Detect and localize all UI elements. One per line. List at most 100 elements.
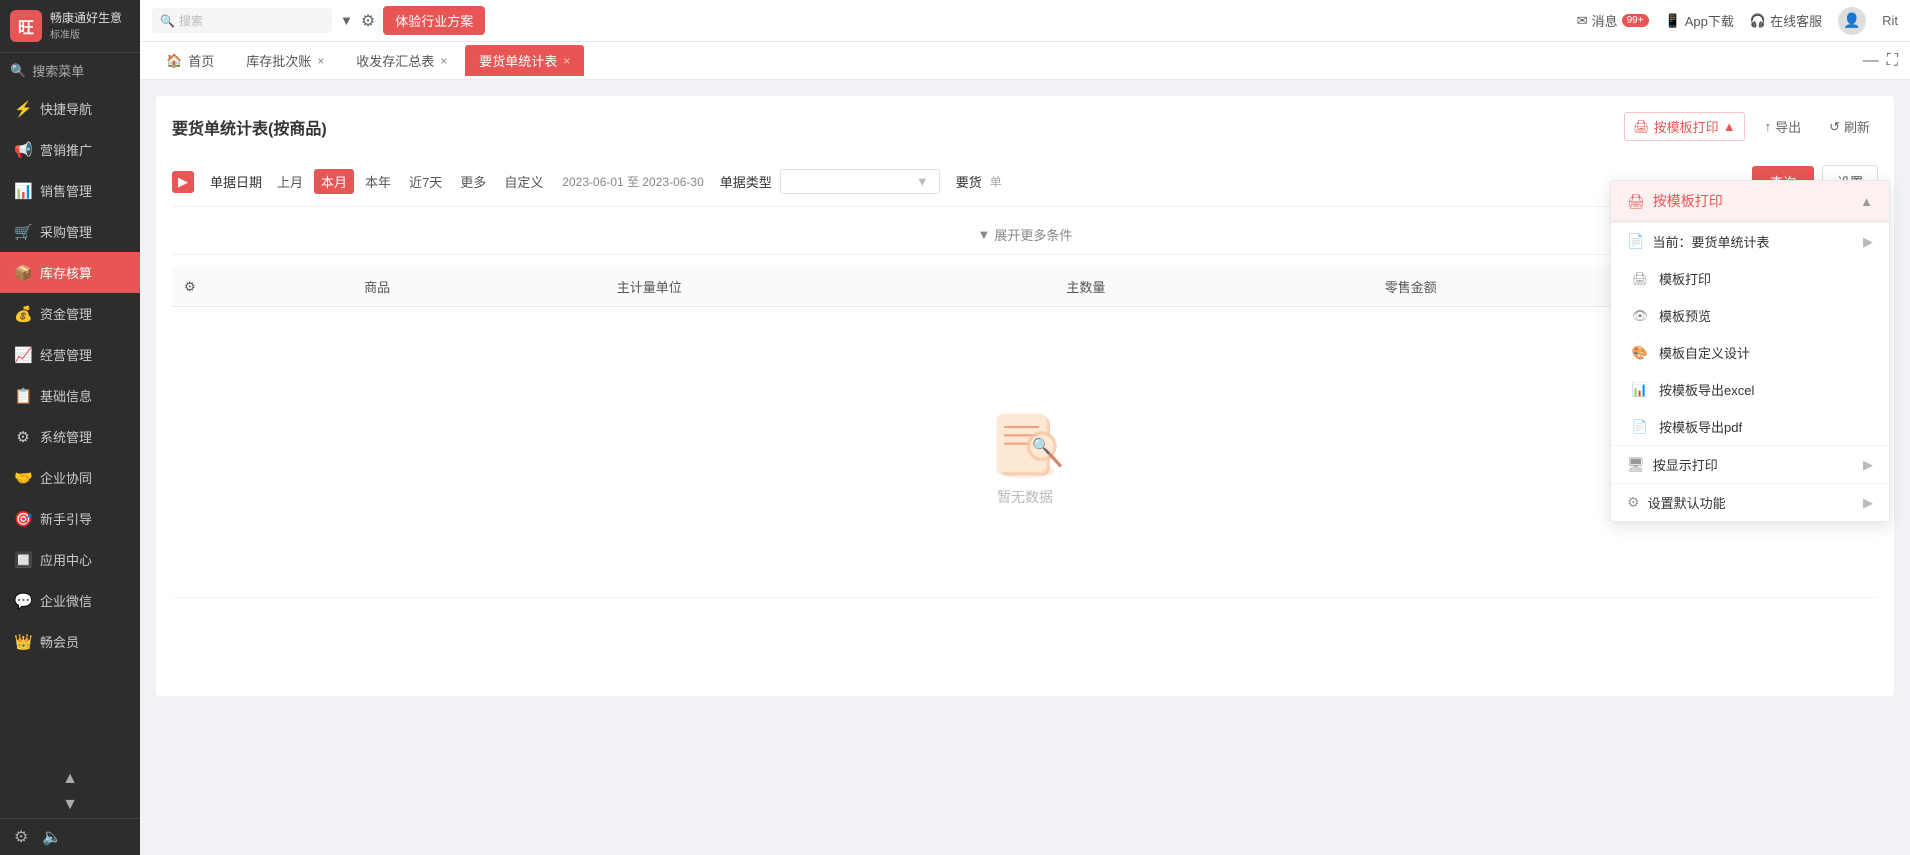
member-icon: 👑 — [14, 633, 32, 651]
template-custom-icon: 🎨 — [1631, 345, 1649, 361]
tab-inventory-batch[interactable]: 库存批次账 × — [232, 45, 338, 76]
online-service-btn[interactable]: 🎧 在线客服 — [1750, 11, 1822, 30]
date-btn-prev-month[interactable]: 上月 — [270, 169, 310, 194]
print-button[interactable]: 🖨 按模板打印 ▲ — [1624, 112, 1744, 141]
template-print-item[interactable]: 🖨 模板打印 — [1611, 260, 1889, 297]
message-icon: ✉ — [1577, 13, 1588, 29]
table-col-settings[interactable]: ⚙ — [172, 267, 352, 307]
app-download-btn[interactable]: 📱 App下载 — [1665, 11, 1734, 30]
export-pdf-icon: 📄 — [1631, 419, 1649, 435]
download-icon: 📱 — [1665, 13, 1681, 29]
search-icon: 🔍 — [10, 63, 26, 79]
marketing-icon: 📢 — [14, 141, 32, 159]
export-excel-item[interactable]: 📊 按模板导出excel — [1611, 371, 1889, 408]
sidebar-scroll-down[interactable]: ▼ — [0, 792, 140, 818]
tab-home[interactable]: 🏠 首页 — [152, 45, 228, 76]
finance-icon: 💰 — [14, 305, 32, 323]
sidebar: 旺 畅康通好生意 标准版 🔍 搜索菜单 ⚡ 快捷导航 📢 营销推广 📊 销售管理… — [0, 0, 140, 855]
search-bar-icon: 🔍 — [160, 14, 175, 28]
page-header: 要货单统计表(按商品) 🖨 按模板打印 ▲ ↑ 导出 ↺ 刷新 — [172, 112, 1878, 141]
topbar-settings-icon[interactable]: ⚙ — [361, 11, 375, 31]
sidebar-item-wechat[interactable]: 💬 企业微信 — [0, 580, 140, 621]
sidebar-scroll-up[interactable]: ▲ — [0, 766, 140, 792]
tab-close-inventory-batch[interactable]: × — [317, 54, 324, 68]
sidebar-item-sales[interactable]: 📊 销售管理 — [0, 170, 140, 211]
current-template-item[interactable]: 📄 当前：要货单统计表 ▶ — [1611, 222, 1889, 260]
footer-settings-icon[interactable]: ⚙ — [14, 827, 28, 847]
main-area: 🔍 搜索 ▼ ⚙ 体验行业方案 ✉ 消息 99+ 📱 App下载 🎧 在线客服 … — [140, 0, 1910, 855]
topbar-dropdown-icon[interactable]: ▼ — [340, 13, 353, 28]
export-pdf-item[interactable]: 📄 按模板导出pdf — [1611, 408, 1889, 445]
logo-icon: 旺 — [10, 10, 42, 42]
sidebar-item-inventory[interactable]: 📦 库存核算 — [0, 252, 140, 293]
sidebar-item-finance[interactable]: 💰 资金管理 — [0, 293, 140, 334]
table-col-unit: 主计量单位 — [605, 267, 1055, 307]
display-print-item[interactable]: 🖥 按显示打印 ▶ — [1611, 445, 1889, 483]
default-setting-item[interactable]: ⚙ 设置默认功能 ▶ — [1611, 483, 1889, 521]
refresh-button[interactable]: ↺ 刷新 — [1821, 113, 1878, 140]
export-excel-icon: 📊 — [1631, 382, 1649, 398]
printer-icon: 🖨 — [1633, 119, 1650, 135]
sidebar-item-member[interactable]: 👑 畅会员 — [0, 621, 140, 662]
sidebar-item-basic[interactable]: 📋 基础信息 — [0, 375, 140, 416]
expand-icon: ▼ — [978, 227, 991, 242]
sidebar-item-appstore[interactable]: 🔲 应用中心 — [0, 539, 140, 580]
headset-icon: 🎧 — [1750, 13, 1766, 29]
sidebar-item-system[interactable]: ⚙ 系统管理 — [0, 416, 140, 457]
sidebar-search[interactable]: 🔍 搜索菜单 — [0, 53, 140, 88]
tab-close-receipt-summary[interactable]: × — [440, 54, 447, 68]
print-chevron-up-icon: ▲ — [1723, 119, 1736, 134]
export-icon: ↑ — [1765, 119, 1772, 134]
sidebar-item-marketing[interactable]: 📢 营销推广 — [0, 129, 140, 170]
filter-expand-icon[interactable]: ▶ — [172, 171, 194, 193]
sidebar-item-guide[interactable]: 🎯 新手引导 — [0, 498, 140, 539]
wechat-icon: 💬 — [14, 592, 32, 610]
expand-more-button[interactable]: ▼ 展开更多条件 — [958, 221, 1093, 248]
type-select-chevron: ▼ — [916, 174, 929, 189]
date-buttons: 上月 本月 本年 近7天 更多 自定义 — [270, 169, 550, 194]
dropdown-chevron-up-icon: ▲ — [1860, 194, 1873, 209]
print-dropdown: 🖨 按模板打印 ▲ 📄 当前：要货单统计表 ▶ 🖨 模板打印 — [1610, 180, 1890, 522]
tab-order-stats[interactable]: 要货单统计表 × — [465, 45, 584, 76]
username-label: Rit — [1882, 13, 1898, 28]
tab-close-order-stats[interactable]: × — [563, 54, 570, 68]
home-icon: 🏠 — [166, 53, 182, 69]
print-dropdown-header[interactable]: 🖨 按模板打印 ▲ — [1611, 181, 1889, 222]
type-select[interactable]: ▼ — [780, 169, 940, 194]
sidebar-item-collab[interactable]: 🤝 企业协同 — [0, 457, 140, 498]
sales-icon: 📊 — [14, 182, 32, 200]
default-setting-icon: ⚙ — [1627, 494, 1640, 511]
appstore-icon: 🔲 — [14, 551, 32, 569]
promo-button[interactable]: 体验行业方案 — [383, 6, 485, 35]
sidebar-item-quick-nav[interactable]: ⚡ 快捷导航 — [0, 88, 140, 129]
purchase-icon: 🛒 — [14, 223, 32, 241]
maximize-button[interactable]: ⛶ — [1887, 52, 1898, 70]
user-avatar[interactable]: 👤 — [1838, 7, 1866, 35]
sidebar-item-purchase[interactable]: 🛒 采购管理 — [0, 211, 140, 252]
date-btn-current-year[interactable]: 本年 — [358, 169, 398, 194]
table-col-quantity: 主数量 — [1054, 267, 1372, 307]
template-preview-item[interactable]: 👁 模板预览 — [1611, 297, 1889, 334]
minimize-button[interactable]: — — [1863, 52, 1879, 70]
topbar: 🔍 搜索 ▼ ⚙ 体验行业方案 ✉ 消息 99+ 📱 App下载 🎧 在线客服 … — [140, 0, 1910, 42]
current-chevron-icon: ▶ — [1863, 234, 1873, 250]
app-name: 畅康通好生意 — [50, 11, 122, 27]
app-badge: 标准版 — [50, 26, 122, 41]
sidebar-item-operation[interactable]: 📈 经营管理 — [0, 334, 140, 375]
tab-receipt-summary[interactable]: 收发存汇总表 × — [342, 45, 461, 76]
operation-icon: 📈 — [14, 346, 32, 364]
template-custom-item[interactable]: 🎨 模板自定义设计 — [1611, 334, 1889, 371]
sidebar-footer: ⚙ 🔈 — [0, 818, 140, 855]
date-btn-current-month[interactable]: 本月 — [314, 169, 354, 194]
export-button[interactable]: ↑ 导出 — [1757, 113, 1810, 140]
display-print-chevron: ▶ — [1863, 457, 1873, 473]
template-print-icon: 🖨 — [1631, 271, 1649, 287]
svg-text:🔍: 🔍 — [1032, 436, 1051, 455]
footer-sound-icon[interactable]: 🔈 — [42, 827, 62, 847]
date-btn-more[interactable]: 更多 — [453, 169, 493, 194]
window-controls: — ⛶ — [1863, 52, 1898, 70]
message-badge: 99+ — [1622, 14, 1649, 27]
date-btn-last7[interactable]: 近7天 — [402, 169, 449, 194]
message-btn[interactable]: ✉ 消息 99+ — [1577, 11, 1649, 30]
date-btn-custom[interactable]: 自定义 — [497, 169, 550, 194]
